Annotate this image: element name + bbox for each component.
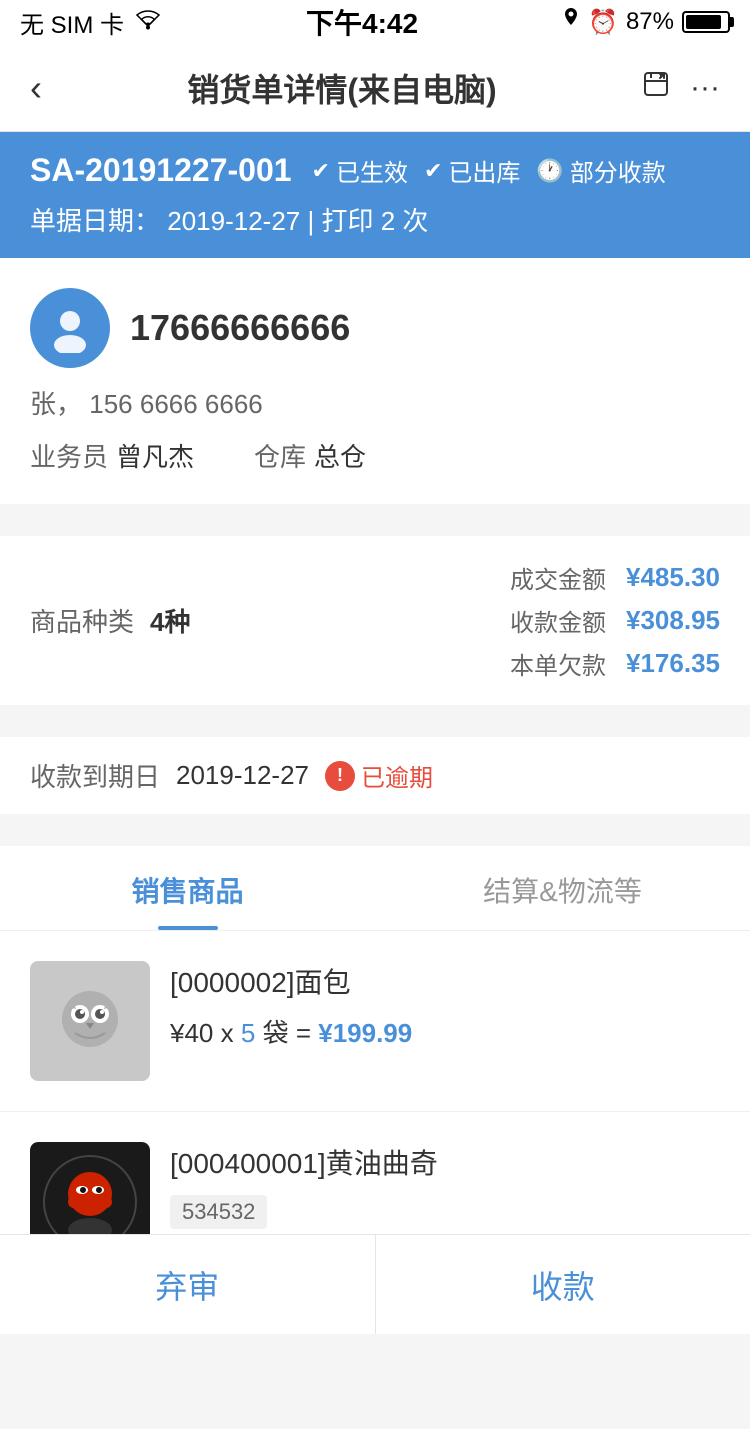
- status-effected: ✔ 已生效: [312, 153, 408, 188]
- status-left: 无 SIM 卡: [20, 5, 162, 40]
- debt-label: 本单欠款: [510, 646, 606, 681]
- carrier-text: 无 SIM 卡: [20, 5, 124, 40]
- status-bar: 无 SIM 卡 下午4:42 ⏰ 87%: [0, 0, 750, 44]
- product-total-1: ¥199.99: [318, 1018, 412, 1048]
- warehouse-value: 总仓: [314, 437, 366, 474]
- customer-meta: 业务员 曾凡杰 仓库 总仓: [30, 437, 720, 474]
- order-date: 2019-12-27: [167, 206, 300, 236]
- stats-section: 商品种类 4种 成交金额 ¥485.30 收款金额 ¥308.95 本单欠款 ¥…: [0, 536, 750, 705]
- customer-top: 17666666666: [30, 288, 720, 368]
- check-icon-2: ✔: [424, 158, 442, 184]
- alarm-icon: ⏰: [588, 8, 618, 37]
- check-icon-1: ✔: [312, 158, 330, 184]
- order-status-tags: ✔ 已生效 ✔ 已出库 🕐 部分收款: [312, 153, 666, 188]
- financial-stats: 成交金额 ¥485.30 收款金额 ¥308.95 本单欠款 ¥176.35: [510, 560, 720, 681]
- wifi-icon: [134, 8, 162, 37]
- sales-value: 曾凡杰: [116, 437, 194, 474]
- sales-label: 业务员: [30, 437, 108, 474]
- due-label: 收款到期日: [30, 757, 160, 794]
- abandon-review-button[interactable]: 弃审: [0, 1235, 376, 1334]
- product-item-1: [0000002]面包 ¥40 x 5 袋 = ¥199.99: [0, 931, 750, 1112]
- divider-1: [0, 520, 750, 536]
- customer-sub-info: 张， 156 6666 6666: [30, 384, 720, 421]
- deal-amount-value: ¥485.30: [626, 562, 720, 593]
- nav-actions: ···: [642, 70, 720, 106]
- back-button[interactable]: ‹: [30, 67, 42, 109]
- clock-icon: 🕐: [536, 158, 563, 184]
- battery-text: 87%: [626, 8, 674, 36]
- banner-top-row: SA-20191227-001 ✔ 已生效 ✔ 已出库 🕐 部分收款: [30, 152, 720, 189]
- due-date-section: 收款到期日 2019-12-27 ! 已逾期: [0, 737, 750, 814]
- warehouse: 仓库 总仓: [254, 437, 366, 474]
- overdue-badge: ! 已逾期: [325, 758, 433, 793]
- order-id: SA-20191227-001: [30, 152, 292, 189]
- bottom-bar: 弃审 收款: [0, 1234, 750, 1334]
- more-button[interactable]: ···: [690, 71, 720, 105]
- page-title: 销货单详情(来自电脑): [187, 65, 496, 111]
- order-header: SA-20191227-001 ✔ 已生效 ✔ 已出库 🕐 部分收款 单据日期：…: [0, 132, 750, 258]
- tab-settlement-logistics[interactable]: 结算&物流等: [375, 846, 750, 930]
- divider-2: [0, 721, 750, 737]
- tabs-header: 销售商品 结算&物流等: [0, 846, 750, 931]
- customer-avatar: [30, 288, 110, 368]
- collect-payment-button[interactable]: 收款: [376, 1235, 750, 1334]
- status-time: 下午4:42: [306, 2, 418, 42]
- due-date-value: 2019-12-27: [176, 760, 309, 791]
- order-date-row: 单据日期： 2019-12-27 | 打印 2 次: [30, 201, 720, 238]
- received-value: ¥308.95: [626, 605, 720, 636]
- status-partial-payment: 🕐 部分收款: [536, 153, 665, 188]
- customer-section: 17666666666 张， 156 6666 6666 业务员 曾凡杰 仓库 …: [0, 258, 750, 504]
- overdue-icon: !: [325, 761, 355, 791]
- product-qty-1: 5: [241, 1018, 255, 1048]
- divider-3: [0, 830, 750, 846]
- status-right: ⏰ 87%: [562, 8, 730, 37]
- product-name-1: [0000002]面包: [170, 961, 720, 1001]
- location-icon: [562, 8, 580, 37]
- customer-name: 17666666666: [130, 307, 350, 349]
- product-thumb-1: [30, 961, 150, 1081]
- battery-icon: [682, 11, 730, 33]
- types-label: 商品种类: [30, 602, 134, 639]
- product-name-2: [000400001]黄油曲奇: [170, 1142, 720, 1182]
- overdue-text: 已逾期: [361, 758, 433, 793]
- deal-amount-row: 成交金额 ¥485.30: [510, 560, 720, 595]
- sales-person: 业务员 曾凡杰: [30, 437, 194, 474]
- received-label: 收款金额: [510, 603, 606, 638]
- received-amount-row: 收款金额 ¥308.95: [510, 603, 720, 638]
- product-info-1: [0000002]面包 ¥40 x 5 袋 = ¥199.99: [170, 961, 720, 1050]
- warehouse-label: 仓库: [254, 437, 306, 474]
- debt-row: 本单欠款 ¥176.35: [510, 646, 720, 681]
- share-button[interactable]: [642, 70, 670, 106]
- types-value: 4种: [150, 602, 190, 639]
- nav-bar: ‹ 销货单详情(来自电脑) ···: [0, 44, 750, 132]
- product-types-stat: 商品种类 4种: [30, 560, 190, 681]
- product-price-1: ¥40 x 5 袋 = ¥199.99: [170, 1013, 720, 1050]
- deal-amount-label: 成交金额: [510, 560, 606, 595]
- product-sku-2: 534532: [170, 1195, 267, 1229]
- debt-value: ¥176.35: [626, 648, 720, 679]
- status-dispatched: ✔ 已出库: [424, 153, 520, 188]
- tab-sales-products[interactable]: 销售商品: [0, 846, 375, 930]
